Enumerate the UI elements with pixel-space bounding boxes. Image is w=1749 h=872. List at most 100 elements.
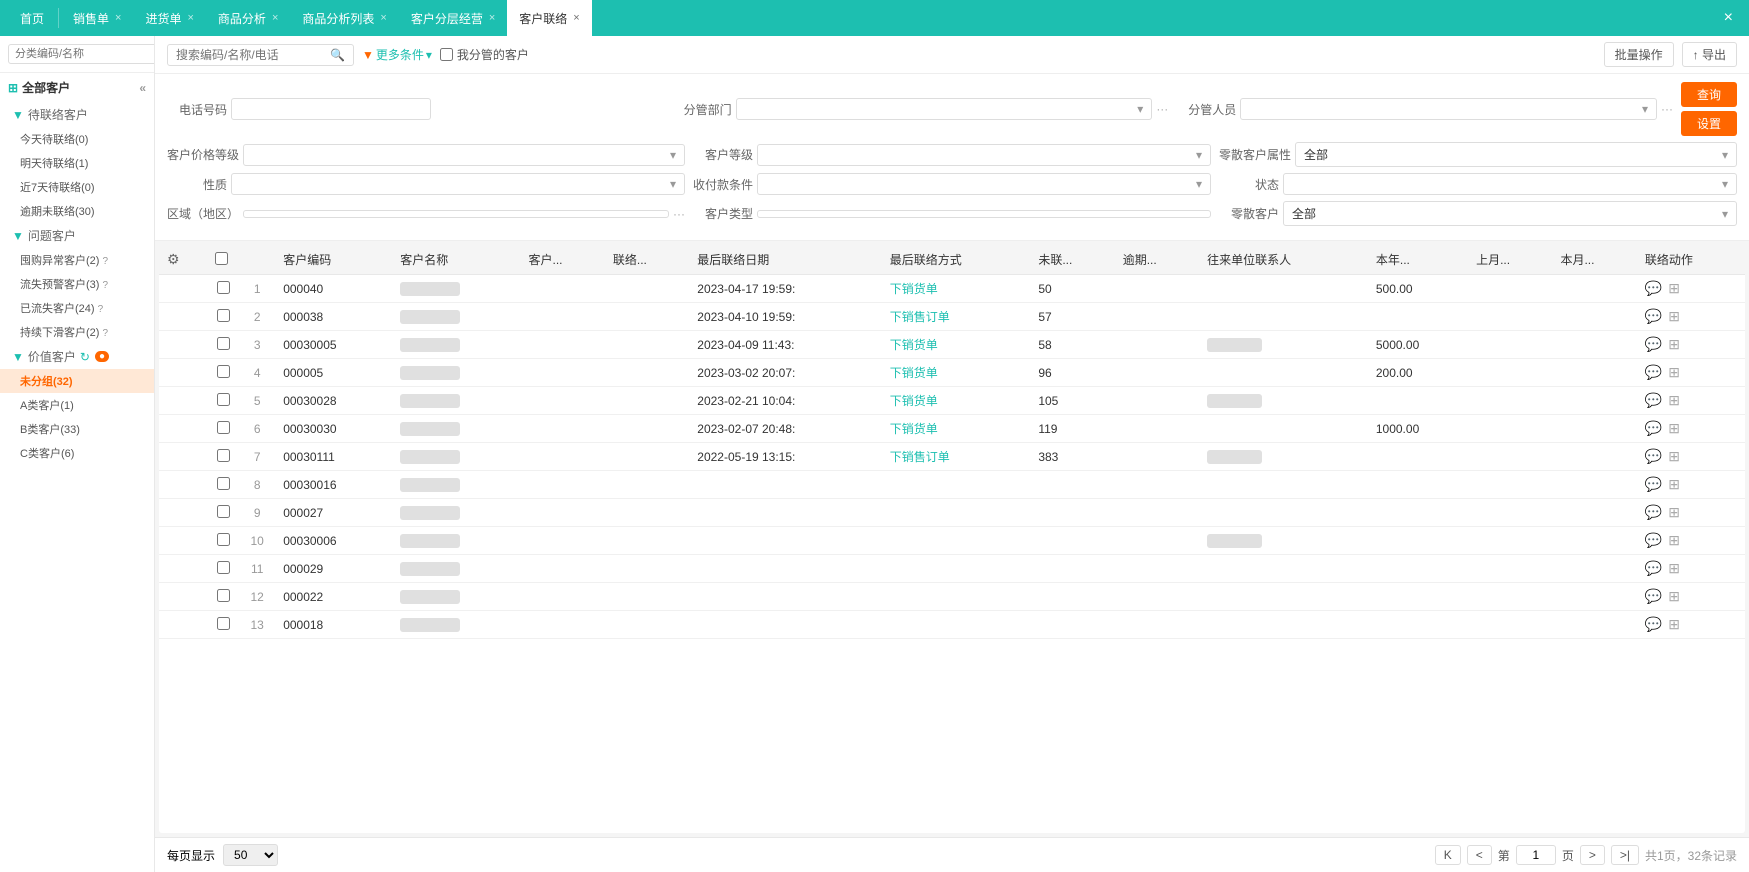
customer-type-select[interactable] (757, 210, 1211, 218)
dept-select[interactable]: ▾ (736, 98, 1153, 120)
action-chat-icon[interactable]: 💬 (1645, 588, 1662, 605)
nav-tab-customer-tier-close[interactable]: × (489, 12, 495, 24)
row-checkbox[interactable] (217, 337, 230, 350)
action-chat-icon[interactable]: 💬 (1645, 308, 1662, 325)
row-checkbox[interactable] (217, 505, 230, 518)
settings-icon[interactable]: ⚙ (167, 251, 180, 267)
sidebar-group-problem[interactable]: ▼ 问题客户 (0, 223, 154, 248)
nav-tab-purchase[interactable]: 进货单 × (133, 0, 205, 36)
sidebar-group-pending[interactable]: ▼ 待联络客户 (0, 102, 154, 127)
nav-tab-customer-contact-close[interactable]: × (573, 12, 579, 24)
sidebar-group-value[interactable]: ▼ 价值客户 ↻ ● (0, 344, 154, 369)
action-chat-icon[interactable]: 💬 (1645, 392, 1662, 409)
retail-attr-select[interactable]: 全部 ▾ (1295, 142, 1737, 167)
nav-tab-sales[interactable]: 销售单 × (61, 0, 133, 36)
region-select[interactable] (243, 210, 669, 218)
action-grid-icon[interactable]: ⊞ (1668, 476, 1680, 493)
sidebar-item-tomorrow[interactable]: 明天待联络(1) (0, 151, 154, 175)
sidebar-item-lost[interactable]: 已流失客户(24) ? (0, 296, 154, 320)
row-checkbox[interactable] (217, 477, 230, 490)
first-page-btn[interactable]: K (1435, 845, 1461, 865)
status-select[interactable]: ▾ (1283, 173, 1737, 195)
row-checkbox[interactable] (217, 589, 230, 602)
manager-select[interactable]: ▾ (1240, 98, 1657, 120)
sidebar-item-ungroup[interactable]: 未分组(32) (0, 369, 154, 393)
row-checkbox[interactable] (217, 309, 230, 322)
action-chat-icon[interactable]: 💬 (1645, 476, 1662, 493)
action-chat-icon[interactable]: 💬 (1645, 336, 1662, 353)
next-page-btn[interactable]: > (1580, 845, 1605, 865)
sidebar-item-churn-warning[interactable]: 流失预警客户(3) ? (0, 272, 154, 296)
sidebar-item-class-c[interactable]: C类客户(6) (0, 441, 154, 465)
row-checkbox[interactable] (217, 617, 230, 630)
sidebar-item-abnormal[interactable]: 囤购异常客户(2) ? (0, 248, 154, 272)
action-grid-icon[interactable]: ⊞ (1668, 392, 1680, 409)
action-grid-icon[interactable]: ⊞ (1668, 364, 1680, 381)
manager-more-icon[interactable]: ··· (1661, 102, 1673, 116)
row-checkbox[interactable] (217, 393, 230, 406)
contact-method-link[interactable]: 下销售订单 (890, 450, 950, 464)
row-checkbox[interactable] (217, 533, 230, 546)
contact-method-link[interactable]: 下销货单 (890, 394, 938, 408)
action-grid-icon[interactable]: ⊞ (1668, 616, 1680, 633)
search-input[interactable] (176, 48, 326, 62)
nav-tab-customer-contact[interactable]: 客户联络 × (507, 0, 591, 36)
action-chat-icon[interactable]: 💬 (1645, 364, 1662, 381)
row-checkbox[interactable] (217, 449, 230, 462)
nav-tab-analysis[interactable]: 商品分析 × (206, 0, 290, 36)
action-chat-icon[interactable]: 💬 (1645, 448, 1662, 465)
app-close-button[interactable]: × (1716, 9, 1741, 27)
sidebar-search-input[interactable] (8, 44, 155, 64)
action-chat-icon[interactable]: 💬 (1645, 532, 1662, 549)
nav-tab-purchase-close[interactable]: × (187, 12, 193, 24)
contact-method-link[interactable]: 下销货单 (890, 338, 938, 352)
action-grid-icon[interactable]: ⊞ (1668, 560, 1680, 577)
nav-tab-analysis-close[interactable]: × (272, 12, 278, 24)
action-chat-icon[interactable]: 💬 (1645, 616, 1662, 633)
reset-btn[interactable]: 设置 (1681, 111, 1737, 136)
action-grid-icon[interactable]: ⊞ (1668, 532, 1680, 549)
action-grid-icon[interactable]: ⊞ (1668, 420, 1680, 437)
col-settings[interactable]: ⚙ (159, 245, 207, 275)
nav-tab-analysis-list[interactable]: 商品分析列表 × (290, 0, 398, 36)
action-grid-icon[interactable]: ⊞ (1668, 280, 1680, 297)
action-grid-icon[interactable]: ⊞ (1668, 504, 1680, 521)
page-size-select[interactable]: 50 100 (223, 844, 278, 866)
my-customers-check[interactable] (440, 48, 453, 61)
value-refresh-icon[interactable]: ↻ (80, 350, 90, 364)
sidebar-item-overdue[interactable]: 逾期未联络(30) (0, 199, 154, 223)
action-chat-icon[interactable]: 💬 (1645, 560, 1662, 577)
row-checkbox[interactable] (217, 281, 230, 294)
sidebar-item-today[interactable]: 今天待联络(0) (0, 127, 154, 151)
export-btn[interactable]: ↑ 导出 (1682, 42, 1737, 67)
action-chat-icon[interactable]: 💬 (1645, 504, 1662, 521)
sidebar-item-class-b[interactable]: B类客户(33) (0, 417, 154, 441)
sidebar-item-declining[interactable]: 持续下滑客户(2) ? (0, 320, 154, 344)
contact-method-link[interactable]: 下销货单 (890, 422, 938, 436)
customer-level-select[interactable]: ▾ (757, 144, 1211, 166)
contact-method-link[interactable]: 下销货单 (890, 282, 938, 296)
sidebar-collapse-btn[interactable]: « (139, 81, 146, 95)
last-page-btn[interactable]: >| (1611, 845, 1639, 865)
action-chat-icon[interactable]: 💬 (1645, 280, 1662, 297)
retail-customer-select[interactable]: 全部 ▾ (1283, 201, 1737, 226)
nav-tab-customer-tier[interactable]: 客户分层经营 × (399, 0, 507, 36)
more-conditions-btn[interactable]: ▼ 更多条件 ▾ (362, 46, 432, 63)
sidebar-all-customers[interactable]: ⊞ 全部客户 « (0, 73, 154, 102)
row-checkbox[interactable] (217, 561, 230, 574)
region-more-icon[interactable]: ··· (673, 207, 685, 221)
prev-page-btn[interactable]: < (1467, 845, 1492, 865)
batch-operate-btn[interactable]: 批量操作 (1604, 42, 1674, 67)
my-customers-checkbox[interactable]: 我分管的客户 (440, 46, 529, 63)
select-all-checkbox[interactable] (215, 252, 228, 265)
page-input[interactable] (1516, 845, 1556, 865)
row-checkbox[interactable] (217, 365, 230, 378)
row-checkbox[interactable] (217, 421, 230, 434)
action-grid-icon[interactable]: ⊞ (1668, 588, 1680, 605)
contact-method-link[interactable]: 下销货单 (890, 366, 938, 380)
search-icon[interactable]: 🔍 (330, 48, 345, 62)
nav-tab-analysis-list-close[interactable]: × (380, 12, 386, 24)
nature-select[interactable]: ▾ (231, 173, 685, 195)
action-grid-icon[interactable]: ⊞ (1668, 308, 1680, 325)
price-level-select[interactable]: ▾ (243, 144, 685, 166)
